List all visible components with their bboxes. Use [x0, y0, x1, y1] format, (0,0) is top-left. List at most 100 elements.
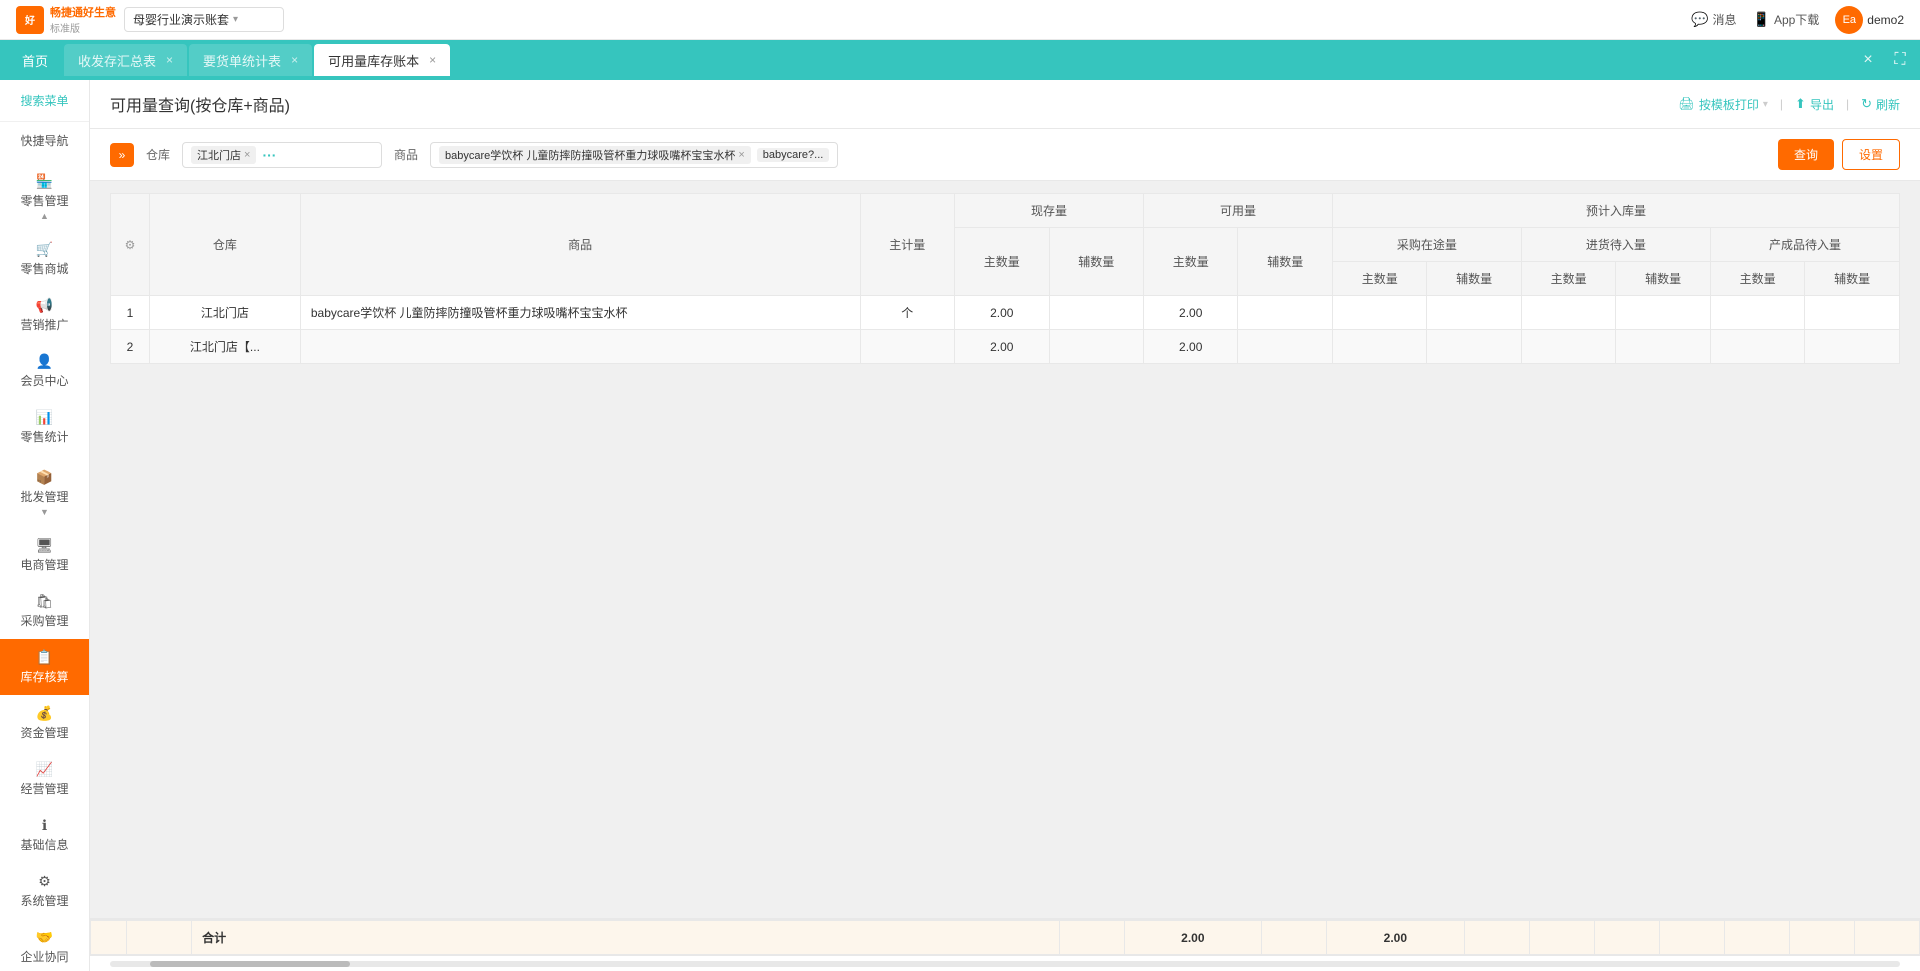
table-row: 2 江北门店【... 2.00 2.00 — [111, 330, 1900, 364]
col-stock-main-qty: 主数量 — [955, 228, 1049, 296]
export-icon: ⬆ — [1795, 96, 1806, 112]
sidebar-item-purchase-mgmt[interactable]: 🛍 采购管理 — [0, 583, 89, 639]
sidebar-item-inventory-check[interactable]: 📋 库存核算 — [0, 639, 89, 695]
app-download-btn[interactable]: 📱 App下载 — [1753, 11, 1820, 28]
print-dropdown-icon[interactable]: ▾ — [1763, 99, 1768, 110]
row-1-stock-main: 2.00 — [955, 296, 1049, 330]
product-filter-input[interactable]: babycare学饮杯 儿童防摔防撞吸管杯重力球吸嘴杯宝宝水杯 × babyca… — [430, 142, 838, 168]
sidebar-item-zero-retail-mall[interactable]: 🛒 零售商城 — [0, 231, 89, 287]
row-2-avail-aux — [1238, 330, 1332, 364]
print-btn[interactable]: 🖨 按模板打印 ▾ — [1678, 96, 1768, 113]
ecommerce-icon: 🖥 — [36, 537, 54, 554]
close-all-tabs-btn[interactable]: × — [1856, 48, 1880, 72]
org-selector[interactable]: 母婴行业演示账套 ▾ — [124, 7, 284, 32]
tab-order-stats-close[interactable]: × — [291, 53, 298, 67]
org-selector-text: 母婴行业演示账套 — [133, 11, 229, 28]
table-body: 1 江北门店 babycare学饮杯 儿童防摔防撞吸管杯重力球吸嘴杯宝宝水杯 个… — [111, 296, 1900, 364]
warehouse-filter-dots[interactable]: ··· — [262, 147, 276, 163]
col-available-header: 可用量 — [1143, 194, 1332, 228]
quick-nav-btn[interactable]: 快捷导航 — [0, 126, 89, 155]
row-1-num: 1 — [111, 296, 150, 330]
sidebar-item-retail-stats[interactable]: 📊 零售统计 — [0, 399, 89, 455]
col-settings: ⚙ — [111, 194, 150, 296]
row-1-stock-aux — [1049, 296, 1143, 330]
system-mgmt-icon: ⚙ — [38, 873, 51, 890]
tab-receipt-summary-close[interactable]: × — [166, 53, 173, 67]
purchase-mgmt-icon: 🛍 — [36, 593, 54, 610]
sidebar-item-business-mgmt[interactable]: 📈 经营管理 — [0, 751, 89, 807]
fullscreen-btn[interactable]: ⛶ — [1888, 48, 1912, 72]
query-btn[interactable]: 查询 — [1778, 139, 1834, 170]
scroll-track[interactable] — [110, 961, 1900, 967]
sidebar-item-capital-mgmt[interactable]: 💰 资金管理 — [0, 695, 89, 751]
refresh-icon: ↻ — [1861, 96, 1872, 112]
expand-arrow-2: ▼ — [40, 507, 49, 517]
row-1-pur-transit-main — [1332, 296, 1426, 330]
product-label: 商品 — [394, 146, 418, 163]
top-bar-left: 好 畅捷通好生意 标准版 母婴行业演示账套 ▾ — [16, 4, 284, 35]
col-prod-pending-aux: 辅数量 — [1805, 262, 1900, 296]
page-header: 可用量查询(按仓库+商品) 🖨 按模板打印 ▾ | ⬆ 导出 | ↻ 刷新 — [90, 80, 1920, 129]
sidebar-item-basic-info[interactable]: ℹ 基础信息 — [0, 807, 89, 863]
table-settings-icon[interactable]: ⚙ — [121, 236, 139, 254]
tab-available-stock[interactable]: 可用量库存账本 × — [314, 44, 450, 76]
col-planned-in-header: 预计入库量 — [1332, 194, 1899, 228]
basic-info-icon: ℹ — [42, 817, 47, 834]
col-current-stock-header: 现存量 — [955, 194, 1144, 228]
sidebar-item-member-center[interactable]: 👤 会员中心 — [0, 343, 89, 399]
scroll-thumb[interactable] — [150, 961, 350, 967]
col-main-unit-header: 主计量 — [860, 194, 954, 296]
page-actions: 🖨 按模板打印 ▾ | ⬆ 导出 | ↻ 刷新 — [1678, 96, 1900, 113]
enterprise-collab-icon: 🤝 — [36, 929, 53, 946]
total-label: 合计 — [192, 921, 1060, 955]
member-center-icon: 👤 — [36, 353, 53, 370]
warehouse-filter-input[interactable]: 江北门店 × ··· — [182, 142, 382, 168]
search-menu-btn[interactable]: 搜索菜单 — [8, 88, 81, 113]
export-btn[interactable]: ⬆ 导出 — [1795, 96, 1834, 113]
settings-btn[interactable]: 设置 — [1842, 139, 1900, 170]
warehouse-label: 仓库 — [146, 146, 170, 163]
tab-receipt-summary[interactable]: 收发存汇总表 × — [64, 44, 187, 76]
col-stock-aux-qty: 辅数量 — [1049, 228, 1143, 296]
zero-retail-mall-icon: 🛒 — [36, 241, 53, 258]
row-2-prod-pending-aux — [1805, 330, 1900, 364]
product-tag-1: babycare?... — [757, 148, 830, 162]
total-table: 合计 2.00 2.00 — [90, 920, 1920, 955]
row-2-prod-pending-main — [1710, 330, 1804, 364]
message-btn[interactable]: 💬 消息 — [1691, 11, 1736, 28]
row-1-pur-transit-aux — [1427, 296, 1521, 330]
message-label: 消息 — [1712, 11, 1736, 28]
filter-bar: » 仓库 江北门店 × ··· 商品 babycare学饮杯 儿童防摔防撞吸管杯… — [90, 129, 1920, 181]
expand-filter-btn[interactable]: » — [110, 143, 134, 167]
refresh-btn[interactable]: ↻ 刷新 — [1861, 96, 1900, 113]
total-avail-main: 2.00 — [1327, 921, 1464, 955]
sidebar-item-enterprise-collab[interactable]: 🤝 企业协同 — [0, 919, 89, 971]
user-area[interactable]: Ea demo2 — [1835, 6, 1904, 34]
product-tag-0-remove[interactable]: × — [738, 149, 744, 161]
sidebar-item-batch-mgmt[interactable]: 📦 批发管理 ▼ — [0, 459, 89, 527]
sidebar-item-zero-retail-mgmt[interactable]: 🏪 零售管理 ▲ — [0, 163, 89, 231]
tab-home[interactable]: 首页 — [8, 44, 62, 76]
avatar: Ea — [1835, 6, 1863, 34]
app-download-icon: 📱 — [1753, 11, 1770, 28]
page-title: 可用量查询(按仓库+商品) — [110, 92, 290, 116]
product-tag-0: babycare学饮杯 儿童防摔防撞吸管杯重力球吸嘴杯宝宝水杯 × — [439, 146, 751, 164]
inventory-check-icon: 📋 — [36, 649, 53, 666]
tab-order-stats[interactable]: 要货单统计表 × — [189, 44, 312, 76]
sidebar-item-marketing[interactable]: 📢 营销推广 — [0, 287, 89, 343]
horizontal-scrollbar[interactable] — [90, 955, 1920, 971]
expand-arrow: ▲ — [40, 211, 49, 221]
total-section: 合计 2.00 2.00 — [90, 918, 1920, 955]
row-1-prod-pending-aux — [1805, 296, 1900, 330]
tab-available-stock-close[interactable]: × — [429, 53, 436, 67]
org-selector-arrow: ▾ — [233, 14, 238, 25]
sidebar-item-ecommerce[interactable]: 🖥 电商管理 — [0, 527, 89, 583]
col-pur-transit-header: 采购在途量 — [1332, 228, 1521, 262]
message-icon: 💬 — [1691, 11, 1708, 28]
row-2-avail-main: 2.00 — [1143, 330, 1237, 364]
table-header-row-1: ⚙ 仓库 商品 主计量 现存量 可用量 预计入库量 — [111, 194, 1900, 228]
nav-controls: × ⛶ — [1856, 48, 1912, 72]
print-icon: 🖨 — [1678, 96, 1695, 112]
warehouse-tag-remove[interactable]: × — [244, 149, 250, 161]
sidebar-item-system-mgmt[interactable]: ⚙ 系统管理 — [0, 863, 89, 919]
